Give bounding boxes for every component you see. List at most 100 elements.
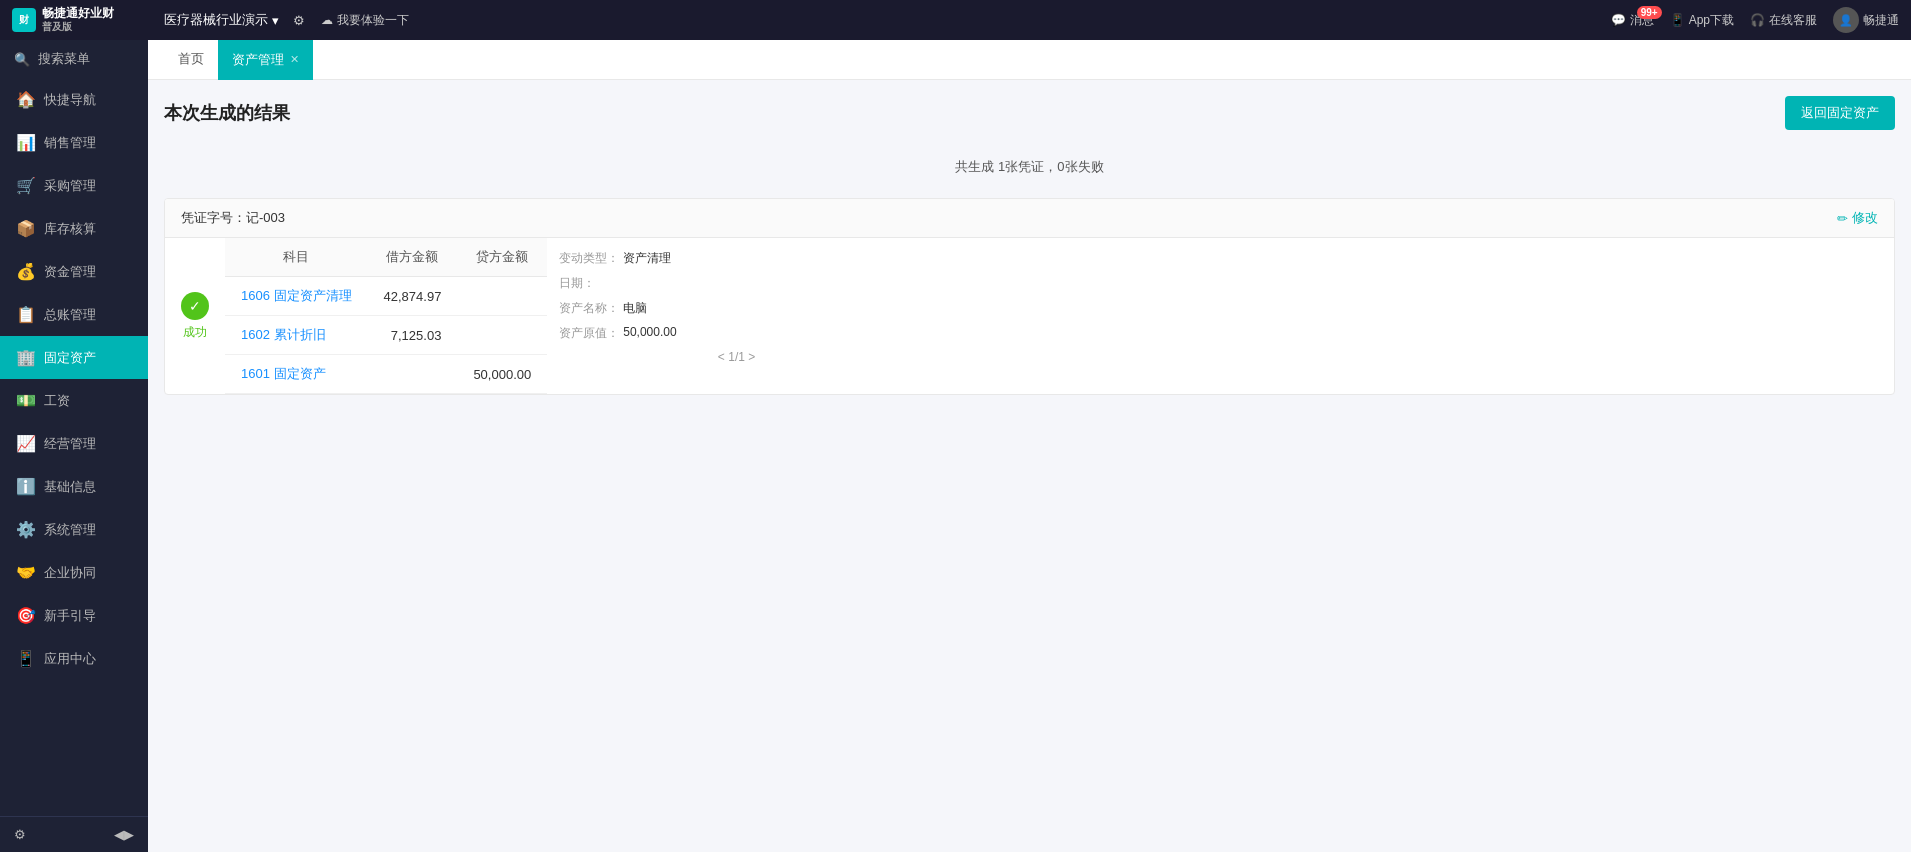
message-badge: 99+ — [1637, 6, 1662, 19]
sidebar-item-basic-info[interactable]: ℹ️ 基础信息 — [0, 465, 148, 508]
sidebar-item-funds[interactable]: 💰 资金管理 — [0, 250, 148, 293]
info-date: 日期： — [559, 275, 755, 292]
asset-value-label: 资产原值： — [559, 325, 619, 342]
sidebar-label: 系统管理 — [44, 521, 96, 539]
sidebar-label: 总账管理 — [44, 306, 96, 324]
sidebar-label: 基础信息 — [44, 478, 96, 496]
page-title: 本次生成的结果 — [164, 101, 290, 125]
tab-close-icon[interactable]: ✕ — [290, 53, 299, 66]
sidebar-item-ledger[interactable]: 📋 总账管理 — [0, 293, 148, 336]
sidebar-item-guide[interactable]: 🎯 新手引导 — [0, 594, 148, 637]
table-row: 1606 固定资产清理42,874.97 — [225, 277, 547, 316]
return-button[interactable]: 返回固定资产 — [1785, 96, 1895, 130]
sidebar-item-fixed-assets[interactable]: 🏢 固定资产 — [0, 336, 148, 379]
col-header-account: 科目 — [225, 238, 368, 277]
logo-text-block: 畅捷通好业财 普及版 — [42, 6, 114, 34]
user-area[interactable]: 👤 畅捷通 — [1833, 7, 1899, 33]
table-row: 1602 累计折旧7,125.03 — [225, 316, 547, 355]
try-button[interactable]: ☁ 我要体验一下 — [321, 12, 409, 29]
headset-icon: 🎧 — [1750, 13, 1765, 27]
top-header: 财 畅捷通好业财 普及版 医疗器械行业演示 ▾ ⚙ ☁ 我要体验一下 💬 消息 … — [0, 0, 1911, 40]
edit-icon: ✏ — [1837, 211, 1848, 226]
sidebar-collapse-icon[interactable]: ◀▶ — [114, 827, 134, 842]
sales-icon: 📊 — [16, 133, 36, 152]
sidebar-search-label: 搜索菜单 — [38, 50, 90, 68]
dropdown-icon: ▾ — [272, 13, 279, 28]
service-label: 在线客服 — [1769, 12, 1817, 29]
sidebar-item-sales[interactable]: 📊 销售管理 — [0, 121, 148, 164]
voucher-main: ✓ 成功 科目 借方金额 贷方金额 — [165, 238, 547, 394]
sidebar-item-purchase[interactable]: 🛒 采购管理 — [0, 164, 148, 207]
settings-icon[interactable]: ⚙ — [293, 13, 305, 28]
sidebar-item-app-center[interactable]: 📱 应用中心 — [0, 637, 148, 680]
tab-assets-label: 资产管理 — [232, 51, 284, 69]
message-button[interactable]: 💬 消息 99+ — [1611, 12, 1654, 29]
prev-page-icon[interactable]: < — [718, 350, 725, 364]
sidebar-item-inventory[interactable]: 📦 库存核算 — [0, 207, 148, 250]
app-icon: 📱 — [1670, 13, 1685, 27]
debit-cell: 7,125.03 — [368, 316, 458, 355]
sidebar-gear-icon[interactable]: ⚙ — [14, 827, 26, 842]
cooperation-icon: 🤝 — [16, 563, 36, 582]
app-download-button[interactable]: 📱 App下载 — [1670, 12, 1734, 29]
user-name: 畅捷通 — [1863, 12, 1899, 29]
sidebar-label: 新手引导 — [44, 607, 96, 625]
voucher-header: 凭证字号：记-003 ✏ 修改 — [165, 199, 1894, 238]
voucher-info-panel: 变动类型： 资产清理 日期： 资产名称： 电脑 资产原值： — [547, 238, 767, 394]
funds-icon: 💰 — [16, 262, 36, 281]
account-cell[interactable]: 1601 固定资产 — [225, 355, 368, 394]
page-header: 本次生成的结果 返回固定资产 — [164, 96, 1895, 130]
summary-text: 共生成 1张凭证，0张失败 — [955, 159, 1103, 174]
operations-icon: 📈 — [16, 434, 36, 453]
tab-home[interactable]: 首页 — [164, 40, 218, 80]
sidebar: 🔍 搜索菜单 🏠 快捷导航 📊 销售管理 🛒 采购管理 📦 库存核算 💰 资金管… — [0, 40, 148, 852]
voucher-number: 凭证字号：记-003 — [181, 209, 285, 227]
logo-sub: 普及版 — [42, 20, 114, 34]
credit-cell — [457, 277, 547, 316]
logo-icon: 财 — [12, 8, 36, 32]
company-name: 医疗器械行业演示 — [164, 11, 268, 29]
guide-icon: 🎯 — [16, 606, 36, 625]
main-layout: 🔍 搜索菜单 🏠 快捷导航 📊 销售管理 🛒 采购管理 📦 库存核算 💰 资金管… — [0, 40, 1911, 852]
info-pagination[interactable]: < 1/1 > — [559, 350, 755, 364]
debit-cell — [368, 355, 458, 394]
content-area: 首页 资产管理 ✕ 本次生成的结果 返回固定资产 共生成 1张凭证，0张失败 — [148, 40, 1911, 852]
account-cell[interactable]: 1606 固定资产清理 — [225, 277, 368, 316]
summary-bar: 共生成 1张凭证，0张失败 — [164, 146, 1895, 188]
try-label: 我要体验一下 — [337, 12, 409, 29]
logo-name: 畅捷通好业财 — [42, 6, 114, 20]
cloud-icon: ☁ — [321, 13, 333, 27]
asset-name-value: 电脑 — [623, 300, 647, 317]
asset-name-label: 资产名称： — [559, 300, 619, 317]
service-button[interactable]: 🎧 在线客服 — [1750, 12, 1817, 29]
next-page-icon[interactable]: > — [748, 350, 755, 364]
info-asset-value: 资产原值： 50,000.00 — [559, 325, 755, 342]
tab-assets[interactable]: 资产管理 ✕ — [218, 40, 313, 80]
sidebar-bottom: ⚙ ◀▶ — [0, 816, 148, 852]
page-content: 本次生成的结果 返回固定资产 共生成 1张凭证，0张失败 凭证字号：记-003 … — [148, 80, 1911, 852]
sidebar-label: 快捷导航 — [44, 91, 96, 109]
sidebar-item-cooperation[interactable]: 🤝 企业协同 — [0, 551, 148, 594]
col-header-debit: 借方金额 — [368, 238, 458, 277]
sidebar-item-search[interactable]: 🔍 搜索菜单 — [0, 40, 148, 78]
debit-cell: 42,874.97 — [368, 277, 458, 316]
sidebar-item-quick-nav[interactable]: 🏠 快捷导航 — [0, 78, 148, 121]
voucher-block: 凭证字号：记-003 ✏ 修改 ✓ 成功 — [164, 198, 1895, 395]
edit-label: 修改 — [1852, 209, 1878, 227]
credit-cell — [457, 316, 547, 355]
sidebar-item-payroll[interactable]: 💵 工资 — [0, 379, 148, 422]
credit-cell: 50,000.00 — [457, 355, 547, 394]
date-label: 日期： — [559, 275, 595, 292]
inventory-icon: 📦 — [16, 219, 36, 238]
asset-value-value: 50,000.00 — [623, 325, 676, 342]
sidebar-item-system[interactable]: ⚙️ 系统管理 — [0, 508, 148, 551]
success-icon: ✓ — [181, 292, 209, 320]
logo-area: 财 畅捷通好业财 普及版 — [12, 6, 160, 34]
edit-button[interactable]: ✏ 修改 — [1837, 209, 1878, 227]
payroll-icon: 💵 — [16, 391, 36, 410]
sidebar-item-operations[interactable]: 📈 经营管理 — [0, 422, 148, 465]
company-select[interactable]: 医疗器械行业演示 ▾ — [164, 11, 279, 29]
sidebar-label: 应用中心 — [44, 650, 96, 668]
col-header-credit: 贷方金额 — [457, 238, 547, 277]
account-cell[interactable]: 1602 累计折旧 — [225, 316, 368, 355]
